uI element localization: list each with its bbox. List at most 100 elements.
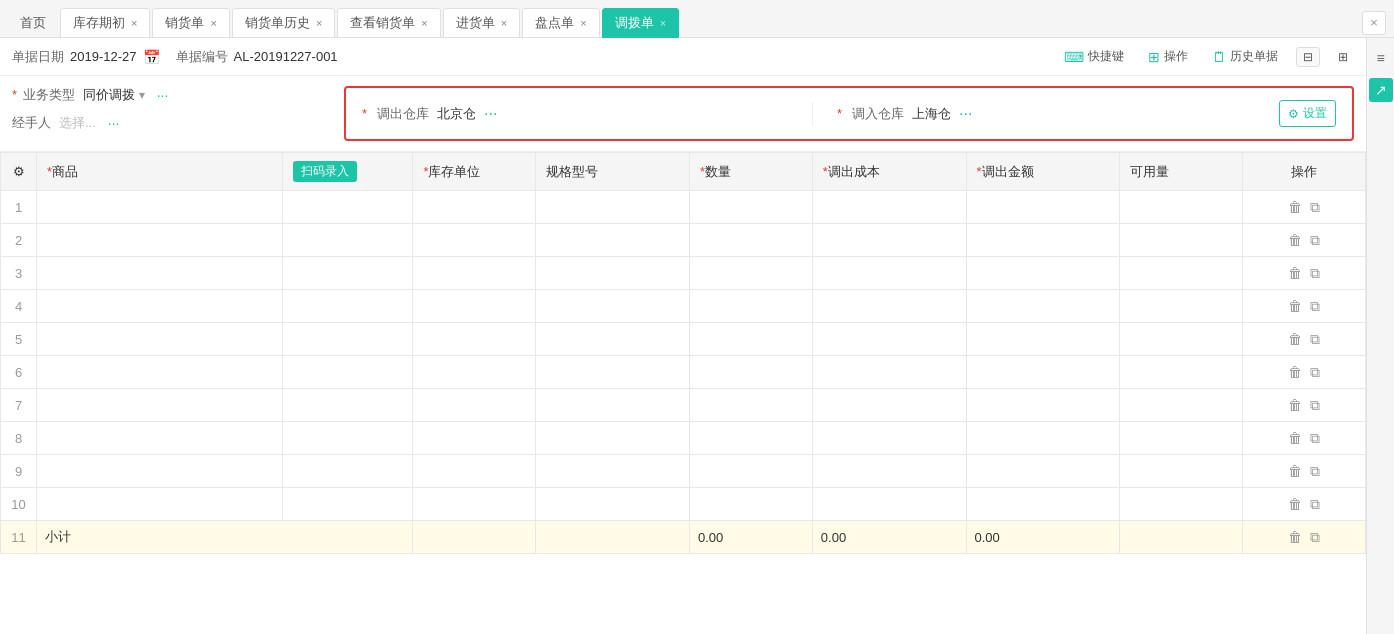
tab-inventory-init[interactable]: 库存期初 × (60, 8, 150, 38)
product-cell[interactable] (37, 257, 283, 290)
cost-cell[interactable] (812, 257, 966, 290)
cost-cell[interactable] (812, 422, 966, 455)
amount-cell[interactable] (966, 389, 1120, 422)
window-close-button[interactable]: × (1362, 11, 1386, 35)
amount-cell[interactable] (966, 191, 1120, 224)
qty-cell[interactable] (689, 290, 812, 323)
cost-cell[interactable] (812, 455, 966, 488)
copy-icon[interactable]: ⧉ (1310, 298, 1320, 315)
qty-cell[interactable] (689, 455, 812, 488)
amount-cell[interactable] (966, 488, 1120, 521)
tab-view-sales[interactable]: 查看销货单 × (337, 8, 440, 38)
spec-cell[interactable] (536, 389, 690, 422)
product-cell[interactable] (37, 224, 283, 257)
spec-cell[interactable] (536, 323, 690, 356)
operations-button[interactable]: ⊞ 操作 (1142, 46, 1194, 67)
unit-cell[interactable] (413, 191, 536, 224)
amount-cell[interactable] (966, 422, 1120, 455)
table-scroll-area[interactable]: ⚙ *商品 扫码录入 *库存单位 规格型号 *数量 (0, 152, 1366, 634)
layout-toggle-2[interactable]: ⊞ (1332, 48, 1354, 66)
qty-cell[interactable] (689, 323, 812, 356)
unit-cell[interactable] (413, 257, 536, 290)
spec-cell[interactable] (536, 356, 690, 389)
layout-toggle-1[interactable]: ⊟ (1296, 47, 1320, 67)
tab-close-sales-history[interactable]: × (316, 17, 322, 29)
qty-cell[interactable] (689, 389, 812, 422)
amount-cell[interactable] (966, 257, 1120, 290)
delete-icon[interactable]: 🗑 (1288, 199, 1302, 215)
tab-close-inventory-init[interactable]: × (131, 17, 137, 29)
product-cell[interactable] (37, 323, 283, 356)
spec-cell[interactable] (536, 257, 690, 290)
amount-cell[interactable] (966, 455, 1120, 488)
operator-more[interactable]: ··· (108, 115, 120, 131)
operator-select[interactable]: 选择... (59, 114, 96, 132)
history-button[interactable]: 🗒 历史单据 (1206, 46, 1284, 67)
transfer-out-more[interactable]: ··· (484, 105, 788, 123)
copy-icon[interactable]: ⧉ (1310, 463, 1320, 480)
cost-cell[interactable] (812, 389, 966, 422)
sidebar-export-icon[interactable]: ↗ (1369, 78, 1393, 102)
copy-icon[interactable]: ⧉ (1310, 430, 1320, 447)
transfer-in-more[interactable]: ··· (959, 105, 1263, 123)
tab-sales-order[interactable]: 销货单 × (152, 8, 229, 38)
unit-cell[interactable] (413, 488, 536, 521)
copy-icon[interactable]: ⧉ (1310, 397, 1320, 414)
qty-cell[interactable] (689, 224, 812, 257)
scan-button[interactable]: 扫码录入 (293, 161, 357, 182)
unit-cell[interactable] (413, 224, 536, 257)
delete-icon[interactable]: 🗑 (1288, 265, 1302, 281)
amount-cell[interactable] (966, 290, 1120, 323)
product-cell[interactable] (37, 290, 283, 323)
unit-cell[interactable] (413, 455, 536, 488)
tab-close-stocktake[interactable]: × (580, 17, 586, 29)
qty-cell[interactable] (689, 422, 812, 455)
product-cell[interactable] (37, 389, 283, 422)
shortcuts-button[interactable]: ⌨ 快捷键 (1058, 46, 1130, 67)
qty-cell[interactable] (689, 257, 812, 290)
delete-icon[interactable]: 🗑 (1288, 430, 1302, 446)
tab-purchase-order[interactable]: 进货单 × (443, 8, 520, 38)
tab-stocktake[interactable]: 盘点单 × (522, 8, 599, 38)
copy-icon[interactable]: ⧉ (1310, 529, 1320, 546)
tab-home[interactable]: 首页 (8, 8, 58, 38)
tab-sales-history[interactable]: 销货单历史 × (232, 8, 335, 38)
copy-icon[interactable]: ⧉ (1310, 364, 1320, 381)
unit-cell[interactable] (413, 290, 536, 323)
tab-close-sales-order[interactable]: × (210, 17, 216, 29)
unit-cell[interactable] (413, 323, 536, 356)
delete-icon[interactable]: 🗑 (1288, 397, 1302, 413)
th-settings[interactable]: ⚙ (1, 153, 37, 191)
qty-cell[interactable] (689, 488, 812, 521)
copy-icon[interactable]: ⧉ (1310, 496, 1320, 513)
tab-close-purchase-order[interactable]: × (501, 17, 507, 29)
unit-cell[interactable] (413, 422, 536, 455)
cost-cell[interactable] (812, 488, 966, 521)
copy-icon[interactable]: ⧉ (1310, 331, 1320, 348)
delete-icon[interactable]: 🗑 (1288, 232, 1302, 248)
unit-cell[interactable] (413, 389, 536, 422)
cost-cell[interactable] (812, 224, 966, 257)
cost-cell[interactable] (812, 191, 966, 224)
copy-icon[interactable]: ⧉ (1310, 265, 1320, 282)
amount-cell[interactable] (966, 356, 1120, 389)
cost-cell[interactable] (812, 323, 966, 356)
cost-cell[interactable] (812, 290, 966, 323)
delete-icon[interactable]: 🗑 (1288, 364, 1302, 380)
amount-cell[interactable] (966, 224, 1120, 257)
settings-button[interactable]: ⚙ 设置 (1279, 100, 1336, 127)
business-type-more[interactable]: ··· (157, 87, 169, 103)
tab-close-view-sales[interactable]: × (421, 17, 427, 29)
product-cell[interactable] (37, 356, 283, 389)
product-cell[interactable] (37, 455, 283, 488)
delete-icon[interactable]: 🗑 (1288, 298, 1302, 314)
copy-icon[interactable]: ⧉ (1310, 199, 1320, 216)
spec-cell[interactable] (536, 488, 690, 521)
spec-cell[interactable] (536, 224, 690, 257)
calendar-icon[interactable]: 📅 (143, 49, 160, 65)
spec-cell[interactable] (536, 290, 690, 323)
spec-cell[interactable] (536, 455, 690, 488)
amount-cell[interactable] (966, 323, 1120, 356)
delete-icon[interactable]: 🗑 (1288, 331, 1302, 347)
spec-cell[interactable] (536, 422, 690, 455)
